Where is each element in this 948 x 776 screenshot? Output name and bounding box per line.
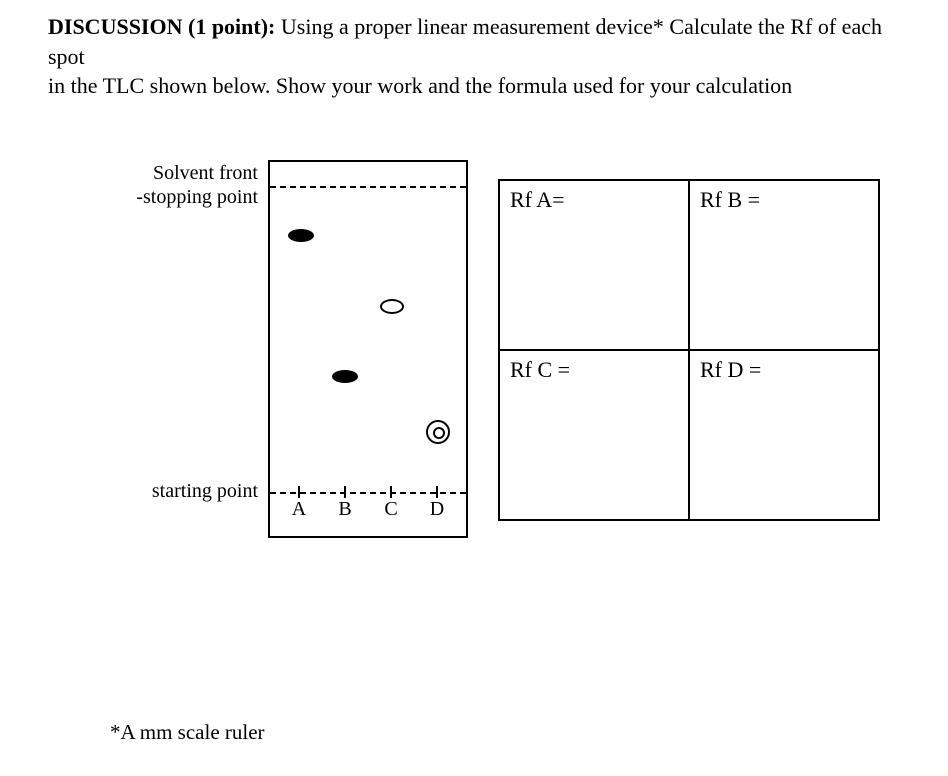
spot-c [380, 299, 404, 314]
cell-rf-a: Rf A= [499, 180, 689, 350]
solvent-front-line [270, 186, 466, 188]
cell-rf-b: Rf B = [689, 180, 879, 350]
lane-a-label: A [287, 498, 311, 521]
spot-a [288, 229, 314, 242]
spot-b [332, 370, 358, 383]
discussion-strong: DISCUSSION (1 point): [48, 14, 275, 39]
prompt-line1: DISCUSSION (1 point): Using a proper lin… [48, 14, 882, 69]
label-stopping-point: -stopping point [108, 186, 258, 209]
question-prompt: DISCUSSION (1 point): Using a proper lin… [48, 12, 918, 101]
lane-b-tick [344, 486, 346, 498]
lane-c-label: C [379, 498, 403, 521]
label-starting-point: starting point [108, 480, 258, 503]
lane-b-label: B [333, 498, 357, 521]
footnote: *A mm scale ruler [110, 720, 265, 745]
label-solvent-front: Solvent front [108, 162, 258, 185]
spot-d [426, 420, 450, 444]
lane-d-tick [436, 486, 438, 498]
answer-grid: Rf A= Rf B = Rf C = Rf D = [498, 179, 880, 521]
prompt-line2: in the TLC shown below. Show your work a… [48, 73, 792, 98]
cell-rf-d: Rf D = [689, 350, 879, 520]
lane-d-label: D [425, 498, 449, 521]
tlc-plate: A B C D [268, 160, 468, 538]
lane-c-tick [390, 486, 392, 498]
cell-rf-c: Rf C = [499, 350, 689, 520]
lane-a-tick [298, 486, 300, 498]
